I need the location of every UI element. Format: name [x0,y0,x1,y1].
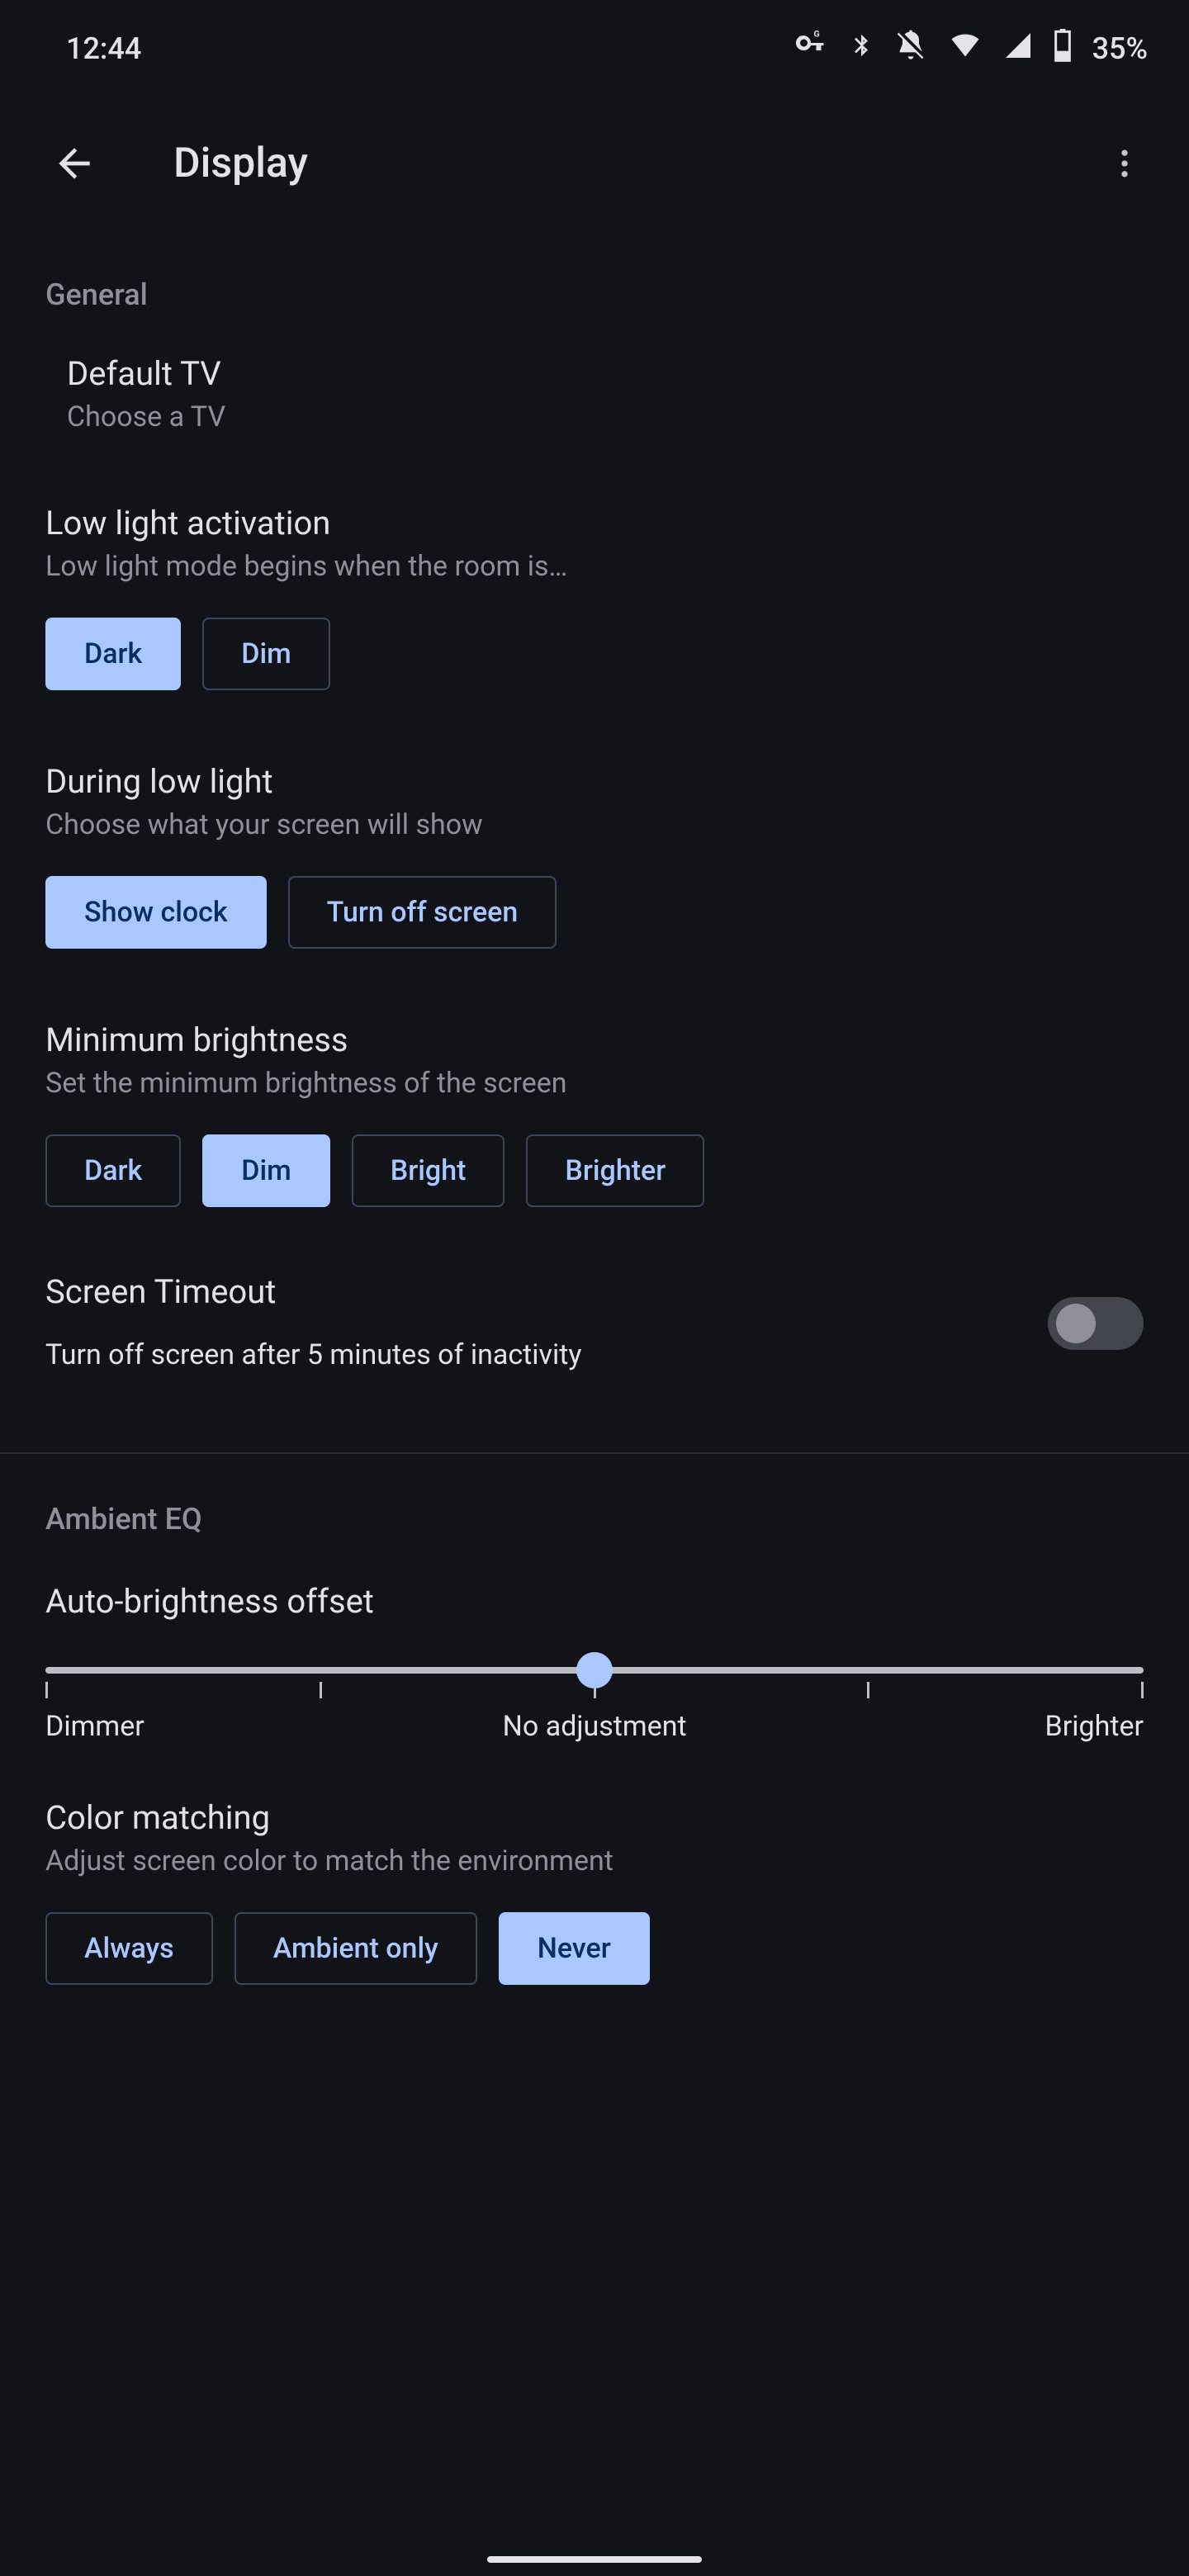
setting-subtitle: Turn off screen after 5 minutes of inact… [45,1334,1015,1376]
setting-title: During low light [45,760,1144,804]
setting-subtitle: Choose what your screen will show [45,804,1144,846]
bluetooth-icon [848,29,874,69]
chip-turn-off-screen[interactable]: Turn off screen [288,876,557,949]
battery-percent: 35% [1092,31,1148,66]
slider-label-max: Brighter [1045,1710,1144,1743]
minimum-brightness-options: Dark Dim Bright Brighter [45,1134,1144,1207]
cellular-icon [1003,31,1033,68]
screen-timeout-switch[interactable] [1048,1297,1144,1350]
battery-icon [1053,29,1073,69]
slider-label-mid: No adjustment [503,1710,687,1743]
slider-labels: Dimmer No adjustment Brighter [45,1710,1144,1743]
setting-default-tv[interactable]: Default TV Choose a TV [45,322,1144,448]
section-header-general: General [45,230,1144,322]
slider-label-min: Dimmer [45,1710,144,1743]
setting-title: Low light activation [45,501,1144,546]
chip-color-ambient-only[interactable]: Ambient only [234,1912,477,1985]
overflow-menu-button[interactable] [1083,122,1166,205]
chip-color-never[interactable]: Never [499,1912,650,1985]
vpn-key-icon: G [792,31,828,68]
setting-title: Screen Timeout [45,1270,1015,1314]
setting-minimum-brightness: Minimum brightness Set the minimum brigh… [45,965,1144,1207]
page-title: Display [173,140,308,187]
chip-min-dim[interactable]: Dim [202,1134,329,1207]
svg-text:G: G [813,31,819,40]
setting-subtitle: Adjust screen color to match the environ… [45,1840,1144,1882]
chip-show-clock[interactable]: Show clock [45,876,267,949]
setting-subtitle: Low light mode begins when the room is… [45,546,1144,588]
slider-thumb[interactable] [576,1652,613,1688]
status-time: 12:44 [66,31,141,66]
chip-min-brighter[interactable]: Brighter [526,1134,704,1207]
gesture-nav-bar[interactable] [487,2556,702,2563]
chip-min-dark[interactable]: Dark [45,1134,181,1207]
chip-color-always[interactable]: Always [45,1912,213,1985]
low-light-activation-options: Dark Dim [45,618,1144,690]
setting-screen-timeout[interactable]: Screen Timeout Turn off screen after 5 m… [45,1224,1144,1419]
wifi-icon [947,31,983,68]
setting-color-matching: Color matching Adjust screen color to ma… [45,1743,1144,1985]
setting-auto-brightness-offset: Auto-brightness offset Dimmer No adjustm… [45,1546,1144,1743]
chip-low-light-dark[interactable]: Dark [45,618,181,690]
setting-title: Color matching [45,1796,1144,1840]
status-bar: 12:44 G 35% [0,0,1189,97]
section-header-ambient-eq: Ambient EQ [45,1454,1144,1546]
setting-title: Default TV [67,352,1144,396]
settings-content[interactable]: General Default TV Choose a TV Low light… [0,230,1189,2576]
setting-low-light-activation: Low light activation Low light mode begi… [45,448,1144,690]
setting-title: Minimum brightness [45,1018,1144,1063]
chip-low-light-dim[interactable]: Dim [202,618,329,690]
setting-subtitle: Choose a TV [67,396,1144,438]
status-icons: G 35% [792,29,1148,69]
auto-brightness-slider[interactable] [45,1667,1144,1674]
setting-subtitle: Set the minimum brightness of the screen [45,1063,1144,1105]
dnd-off-icon [894,29,927,69]
setting-during-low-light: During low light Choose what your screen… [45,707,1144,949]
back-button[interactable] [33,122,116,205]
during-low-light-options: Show clock Turn off screen [45,876,1144,949]
chip-min-bright[interactable]: Bright [352,1134,505,1207]
setting-title: Auto-brightness offset [45,1579,1144,1624]
app-bar: Display [0,97,1189,230]
color-matching-options: Always Ambient only Never [45,1912,1144,1985]
